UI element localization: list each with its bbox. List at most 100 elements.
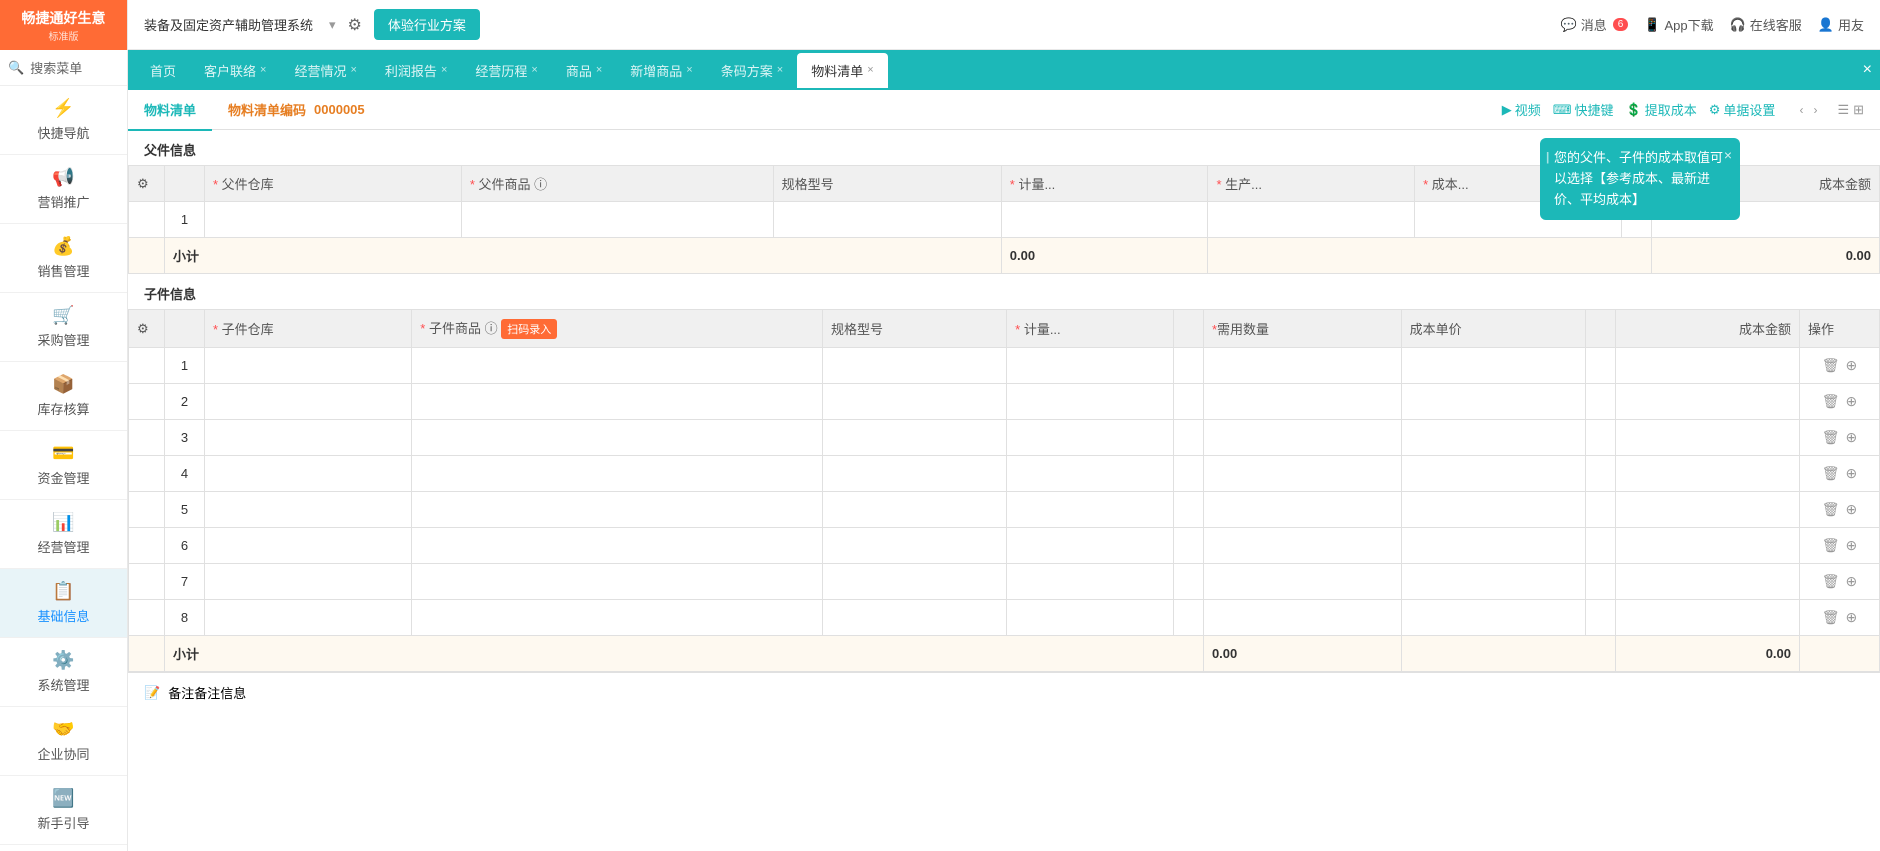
copy-icon-4[interactable]: ⊕ <box>1846 465 1858 482</box>
support-action[interactable]: 🎧 在线客服 <box>1730 15 1802 34</box>
tab-history[interactable]: 经营历程 × <box>461 53 551 88</box>
single-settings-action[interactable]: ⚙ 单据设置 <box>1709 100 1776 119</box>
app-download-action[interactable]: 📱 App下载 <box>1644 15 1713 34</box>
delete-icon-8[interactable]: 🗑 <box>1822 609 1840 626</box>
copy-icon-5[interactable]: ⊕ <box>1846 501 1858 518</box>
tab-goods-close[interactable]: × <box>596 64 602 76</box>
sub-tab-bom-list[interactable]: 物料清单 <box>128 90 212 131</box>
sidebar-item-finance[interactable]: 💳 资金管理 <box>0 431 127 500</box>
sidebar-item-operations[interactable]: 📊 经营管理 <box>0 500 127 569</box>
video-action[interactable]: ▶ 视频 <box>1502 100 1541 119</box>
tab-profit-close[interactable]: × <box>441 64 447 76</box>
copy-icon-8[interactable]: ⊕ <box>1846 609 1858 626</box>
copy-icon-7[interactable]: ⊕ <box>1846 573 1858 590</box>
child-row7-unit[interactable] <box>1007 564 1174 600</box>
tab-customer-close[interactable]: × <box>260 64 266 76</box>
child-row8-unit[interactable] <box>1007 600 1174 636</box>
copy-icon-1[interactable]: ⊕ <box>1846 357 1858 374</box>
tab-customer[interactable]: 客户联络 × <box>190 53 280 88</box>
delete-icon-2[interactable]: 🗑 <box>1822 393 1840 410</box>
child-row6-warehouse[interactable] <box>205 528 412 564</box>
child-row3-product[interactable] <box>412 420 823 456</box>
sidebar-item-inventory[interactable]: 📦 库存核算 <box>0 362 127 431</box>
copy-icon-2[interactable]: ⊕ <box>1846 393 1858 410</box>
sidebar-search[interactable]: 🔍 搜索菜单 <box>0 50 127 86</box>
parent-col-settings[interactable]: ⚙ <box>129 166 165 202</box>
child-row2-qty[interactable] <box>1203 384 1401 420</box>
sidebar-item-purchase[interactable]: 🛒 采购管理 <box>0 293 127 362</box>
child-row8-spec[interactable] <box>822 600 1006 636</box>
tab-profit[interactable]: 利润报告 × <box>371 53 461 88</box>
tab-operations-close[interactable]: × <box>350 64 356 76</box>
child-col-settings[interactable]: ⚙ <box>129 310 165 348</box>
list-view-icon[interactable]: ☰ <box>1837 102 1849 118</box>
tab-bom[interactable]: 物料清单 × <box>797 53 887 88</box>
child-row7-unit-cost[interactable] <box>1401 564 1585 600</box>
child-row8-warehouse[interactable] <box>205 600 412 636</box>
tab-barcode-close[interactable]: × <box>777 64 783 76</box>
child-row4-qty[interactable] <box>1203 456 1401 492</box>
delete-icon-6[interactable]: 🗑 <box>1822 537 1840 554</box>
child-row2-product[interactable] <box>412 384 823 420</box>
tooltip-close[interactable]: × <box>1724 144 1732 166</box>
child-row8-qty[interactable] <box>1203 600 1401 636</box>
parent-row1-spec[interactable] <box>773 202 1001 238</box>
grid-view-icon[interactable]: ⊞ <box>1853 102 1864 118</box>
child-row1-unit[interactable] <box>1007 348 1174 384</box>
delete-icon-3[interactable]: 🗑 <box>1822 429 1840 446</box>
delete-icon-4[interactable]: 🗑 <box>1822 465 1840 482</box>
child-row4-warehouse[interactable] <box>205 456 412 492</box>
child-row5-product[interactable] <box>412 492 823 528</box>
sidebar-item-system[interactable]: ⚙️ 系统管理 <box>0 638 127 707</box>
next-arrow[interactable]: › <box>1809 101 1821 119</box>
tab-history-close[interactable]: × <box>531 64 537 76</box>
parent-row1-product[interactable] <box>461 202 773 238</box>
child-row6-unit[interactable] <box>1007 528 1174 564</box>
delete-icon-7[interactable]: 🗑 <box>1822 573 1840 590</box>
prev-arrow[interactable]: ‹ <box>1795 101 1807 119</box>
sidebar-item-basic[interactable]: 📋 基础信息 <box>0 569 127 638</box>
tab-bom-close[interactable]: × <box>867 64 873 76</box>
child-row6-qty[interactable] <box>1203 528 1401 564</box>
parent-row1-unit[interactable] <box>1001 202 1208 238</box>
child-row1-warehouse[interactable] <box>205 348 412 384</box>
sidebar-item-marketing[interactable]: 📢 营销推广 <box>0 155 127 224</box>
child-row7-spec[interactable] <box>822 564 1006 600</box>
delete-icon-1[interactable]: 🗑 <box>1822 357 1840 374</box>
child-row5-warehouse[interactable] <box>205 492 412 528</box>
child-row1-product[interactable] <box>412 348 823 384</box>
child-row3-qty[interactable] <box>1203 420 1401 456</box>
child-row4-unit-cost[interactable] <box>1401 456 1585 492</box>
child-row1-spec[interactable] <box>822 348 1006 384</box>
child-row6-unit-cost[interactable] <box>1401 528 1585 564</box>
child-row5-unit-cost[interactable] <box>1401 492 1585 528</box>
tab-new-goods[interactable]: 新增商品 × <box>616 53 706 88</box>
child-row3-unit[interactable] <box>1007 420 1174 456</box>
child-row6-spec[interactable] <box>822 528 1006 564</box>
child-row4-unit[interactable] <box>1007 456 1174 492</box>
scan-button[interactable]: 扫码录入 <box>501 319 557 339</box>
child-row2-unit-cost[interactable] <box>1401 384 1585 420</box>
tab-new-goods-close[interactable]: × <box>686 64 692 76</box>
delete-icon-5[interactable]: 🗑 <box>1822 501 1840 518</box>
parent-row1-warehouse[interactable] <box>205 202 462 238</box>
child-row3-unit-cost[interactable] <box>1401 420 1585 456</box>
child-row4-product[interactable] <box>412 456 823 492</box>
tab-home[interactable]: 首页 <box>136 53 190 88</box>
child-row5-spec[interactable] <box>822 492 1006 528</box>
child-row7-product[interactable] <box>412 564 823 600</box>
trial-button[interactable]: 体验行业方案 <box>374 9 480 40</box>
child-row2-spec[interactable] <box>822 384 1006 420</box>
child-row7-qty[interactable] <box>1203 564 1401 600</box>
child-row6-product[interactable] <box>412 528 823 564</box>
cost-action[interactable]: 💲 提取成本 <box>1626 100 1697 119</box>
sidebar-item-collab[interactable]: 🤝 企业协同 <box>0 707 127 776</box>
child-row8-product[interactable] <box>412 600 823 636</box>
child-row1-unit-cost[interactable] <box>1401 348 1585 384</box>
settings-icon[interactable]: ⚙ <box>348 15 362 35</box>
tab-goods[interactable]: 商品 × <box>552 53 616 88</box>
child-row2-unit[interactable] <box>1007 384 1174 420</box>
child-row8-unit-cost[interactable] <box>1401 600 1585 636</box>
sidebar-item-sales[interactable]: 💰 销售管理 <box>0 224 127 293</box>
child-row5-unit[interactable] <box>1007 492 1174 528</box>
